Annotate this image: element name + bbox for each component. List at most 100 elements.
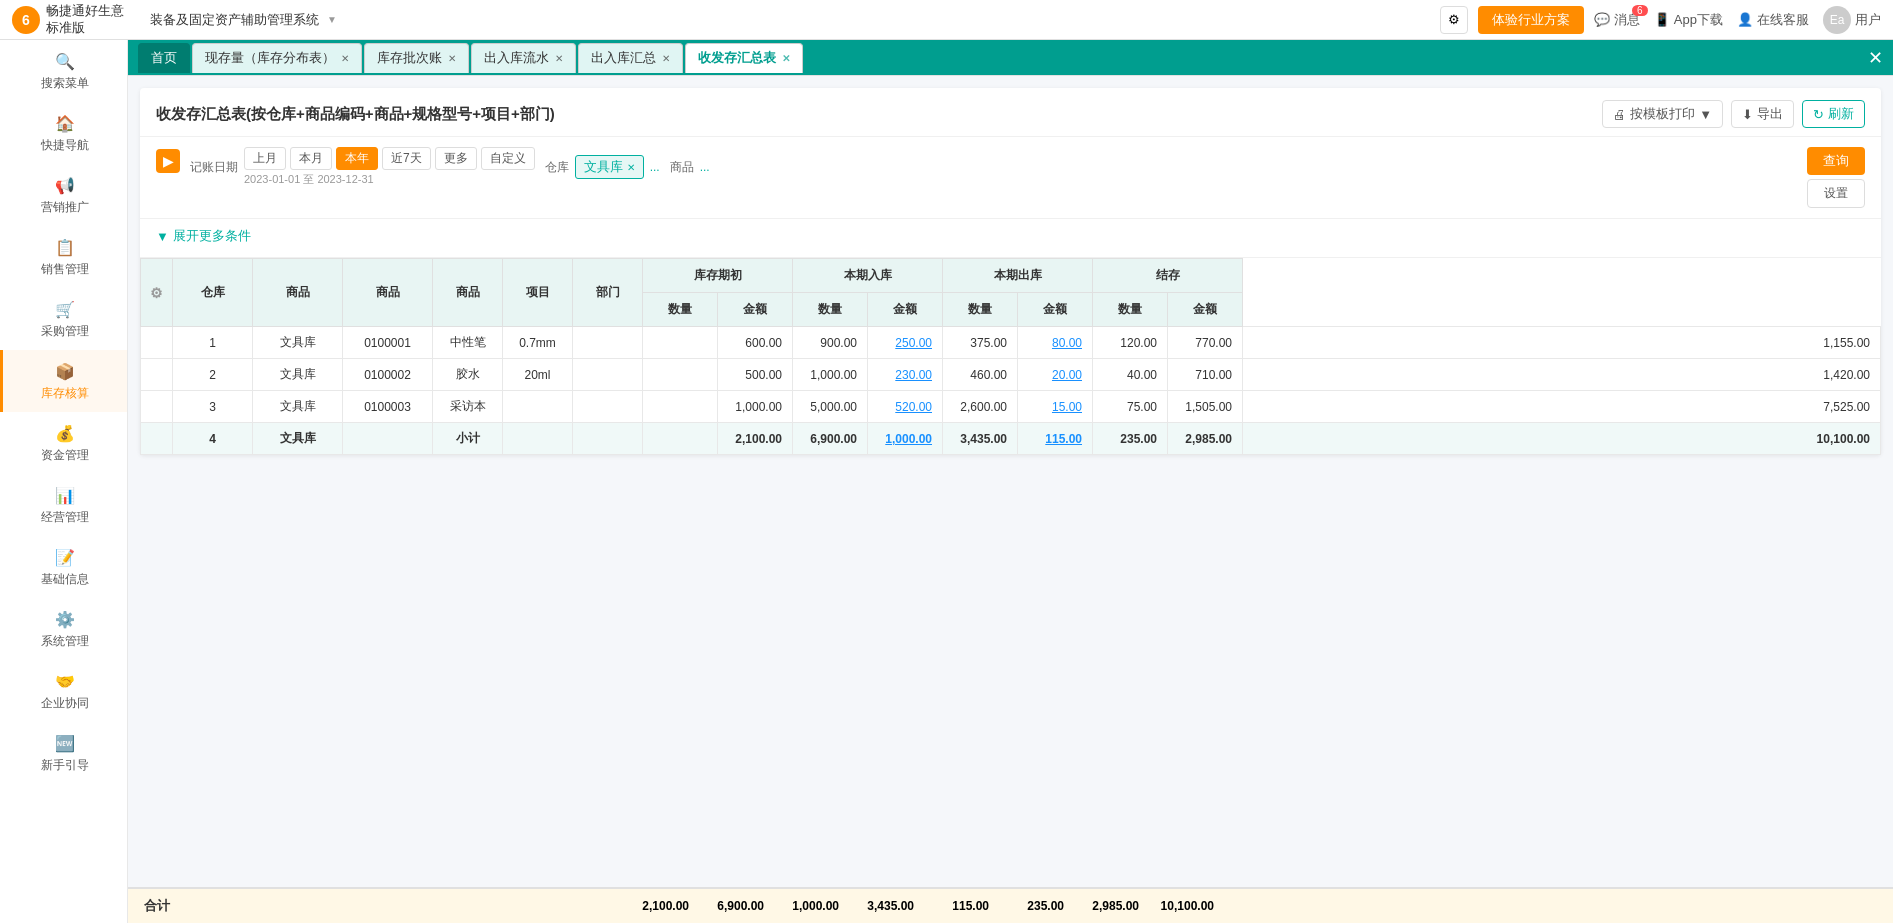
warehouse-tag-close[interactable]: ✕ (627, 162, 635, 173)
refresh-icon: ↻ (1813, 107, 1824, 122)
system-dropdown-arrow[interactable]: ▼ (327, 14, 337, 25)
table-gear-icon[interactable]: ⚙ (150, 285, 163, 301)
report-card: 收发存汇总表(按仓库+商品编码+商品+规格型号+项目+部门) 🖨 按模板打印 ▼… (140, 88, 1881, 455)
row-in-qty[interactable]: 1,000.00 (868, 423, 943, 455)
warehouse-tag-text: 文具库 (584, 158, 623, 176)
footer-open-qty: 2,100.00 (624, 899, 699, 913)
sidebar-label-enterprise: 企业协同 (41, 695, 89, 712)
row-open-amt: 6,900.00 (793, 423, 868, 455)
sidebar-item-operations[interactable]: 📊 经营管理 (0, 474, 127, 536)
message-icon: 💬 (1594, 12, 1610, 27)
sidebar-label-sales: 销售管理 (41, 261, 89, 278)
gear-settings-button[interactable]: ⚙ (1440, 6, 1468, 34)
date-this-month[interactable]: 本月 (290, 147, 332, 170)
th-outbound-group: 本期出库 (943, 259, 1093, 293)
report-actions: 🖨 按模板打印 ▼ ⬇ 导出 ↻ 刷新 (1602, 100, 1865, 128)
sidebar-label-marketing: 营销推广 (41, 199, 89, 216)
row-goods: 小计 (433, 423, 503, 455)
marketing-icon: 📢 (55, 176, 75, 195)
row-warehouse: 文具库 (253, 327, 343, 359)
row-project (573, 327, 643, 359)
footer-out-qty: 115.00 (924, 899, 999, 913)
date-this-year[interactable]: 本年 (336, 147, 378, 170)
date-last-month[interactable]: 上月 (244, 147, 286, 170)
sidebar-item-finance[interactable]: 💰 资金管理 (0, 412, 127, 474)
sidebar-item-marketing[interactable]: 📢 营销推广 (0, 164, 127, 226)
th-closing-group: 结存 (1093, 259, 1243, 293)
date-custom[interactable]: 自定义 (481, 147, 535, 170)
sidebar-item-purchase[interactable]: 🛒 采购管理 (0, 288, 127, 350)
tab-stock-dist-close[interactable]: ✕ (341, 53, 349, 64)
row-goods: 采访本 (433, 391, 503, 423)
sidebar-item-inventory[interactable]: 📦 库存核算 (0, 350, 127, 412)
tab-batch-close[interactable]: ✕ (448, 53, 456, 64)
tab-home[interactable]: 首页 (138, 43, 190, 73)
date-last-7days[interactable]: 近7天 (382, 147, 431, 170)
sidebar-item-quicknav[interactable]: 🏠 快捷导航 (0, 102, 127, 164)
row-code: 0100002 (343, 359, 433, 391)
goods-more-button[interactable]: ... (700, 160, 710, 174)
row-in-qty[interactable]: 250.00 (868, 327, 943, 359)
row-open-qty: 500.00 (718, 359, 793, 391)
warehouse-tag[interactable]: 文具库 ✕ (575, 155, 644, 179)
row-dept (643, 327, 718, 359)
tab-inout-summary[interactable]: 出入库汇总 ✕ (578, 43, 683, 73)
date-more[interactable]: 更多 (435, 147, 477, 170)
setting-button[interactable]: 设置 (1807, 179, 1865, 208)
table-row: 1文具库0100001中性笔0.7mm600.00900.00250.00375… (141, 327, 1881, 359)
row-code: 0100001 (343, 327, 433, 359)
query-button[interactable]: 查询 (1807, 147, 1865, 175)
tab-batch[interactable]: 库存批次账 ✕ (364, 43, 469, 73)
th-open-qty: 数量 (643, 293, 718, 327)
row-in-qty[interactable]: 230.00 (868, 359, 943, 391)
row-out-qty[interactable]: 15.00 (1018, 391, 1093, 423)
export-button[interactable]: ⬇ 导出 (1731, 100, 1794, 128)
tab-recv-send-close[interactable]: ✕ (782, 53, 790, 64)
row-spec: 0.7mm (503, 327, 573, 359)
tab-inout-summary-close[interactable]: ✕ (662, 53, 670, 64)
message-button[interactable]: 💬 消息 6 (1594, 11, 1640, 29)
row-close-qty: 770.00 (1168, 327, 1243, 359)
row-no: 3 (173, 391, 253, 423)
row-close-qty: 2,985.00 (1168, 423, 1243, 455)
logo-area: 6 畅捷通好生意 标准版 (12, 3, 140, 37)
sidebar-item-basic[interactable]: 📝 基础信息 (0, 536, 127, 598)
print-dropdown-icon: ▼ (1699, 107, 1712, 122)
tab-stock-dist[interactable]: 现存量（库存分布表） ✕ (192, 43, 362, 73)
row-in-qty[interactable]: 520.00 (868, 391, 943, 423)
sidebar-item-guide[interactable]: 🆕 新手引导 (0, 722, 127, 784)
table-settings-col: ⚙ (141, 259, 173, 327)
sidebar-item-system[interactable]: ⚙️ 系统管理 (0, 598, 127, 660)
sidebar-label-purchase: 采购管理 (41, 323, 89, 340)
sidebar-item-sales[interactable]: 📋 销售管理 (0, 226, 127, 288)
sidebar-item-search[interactable]: 🔍 搜索菜单 (0, 40, 127, 102)
experience-button[interactable]: 体验行业方案 (1478, 6, 1584, 34)
tab-recv-send[interactable]: 收发存汇总表 ✕ (685, 43, 803, 73)
row-code: 0100003 (343, 391, 433, 423)
download-icon: 📱 (1654, 12, 1670, 27)
row-out-qty[interactable]: 80.00 (1018, 327, 1093, 359)
tab-inout-flow[interactable]: 出入库流水 ✕ (471, 43, 576, 73)
tab-inout-flow-close[interactable]: ✕ (555, 53, 563, 64)
filter-row: 记账日期 上月 本月 本年 近7天 更多 自定义 20 (190, 147, 1797, 187)
expand-conditions-button[interactable]: ▼ 展开更多条件 (156, 223, 251, 249)
tab-recv-send-label: 收发存汇总表 (698, 49, 776, 67)
row-out-qty[interactable]: 115.00 (1018, 423, 1093, 455)
app-download-button[interactable]: 📱 App下载 (1654, 11, 1723, 29)
refresh-button[interactable]: ↻ 刷新 (1802, 100, 1865, 128)
warehouse-more-button[interactable]: ... (650, 160, 660, 174)
sidebar-item-enterprise[interactable]: 🤝 企业协同 (0, 660, 127, 722)
goods-filter-group: 商品 ... (670, 159, 710, 176)
logo-icon: 6 (12, 6, 40, 34)
close-all-tabs-button[interactable]: ✕ (1868, 47, 1883, 69)
filter-toggle-button[interactable]: ▶ (156, 149, 180, 173)
row-out-qty[interactable]: 20.00 (1018, 359, 1093, 391)
th-out-amt: 金额 (1018, 293, 1093, 327)
main-layout: 🔍 搜索菜单 🏠 快捷导航 📢 营销推广 📋 销售管理 🛒 采购管理 📦 库存核… (0, 40, 1893, 923)
online-service-button[interactable]: 👤 在线客服 (1737, 11, 1809, 29)
th-in-amt: 金额 (868, 293, 943, 327)
print-button[interactable]: 🖨 按模板打印 ▼ (1602, 100, 1723, 128)
user-area[interactable]: Ea 用户 (1823, 6, 1881, 34)
sidebar-label-guide: 新手引导 (41, 757, 89, 774)
row-close-amt: 1,155.00 (1243, 327, 1881, 359)
